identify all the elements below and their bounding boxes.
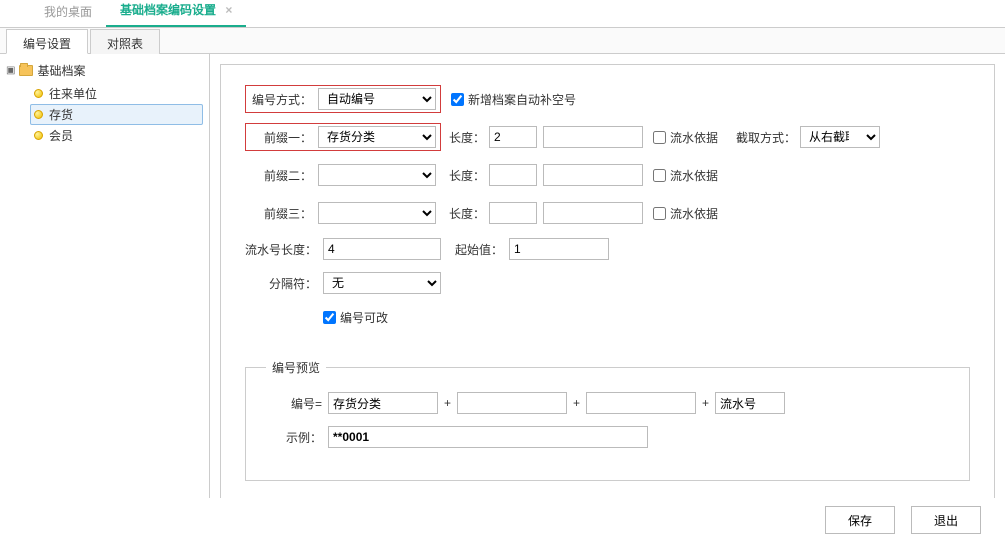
subtab-mapping[interactable]: 对照表	[90, 29, 160, 54]
length3-input[interactable]	[489, 202, 537, 224]
serial-len-input[interactable]	[323, 238, 441, 260]
editable-label: 编号可改	[340, 309, 388, 326]
prefix3-label: 前缀三：	[250, 205, 318, 222]
settings-panel: 编号方式： 自动编号 新增档案自动补空号 前缀一： 存货分类 长度：	[220, 64, 995, 498]
prefix1-select[interactable]: 存货分类	[318, 126, 436, 148]
tab-desktop-label: 我的桌面	[44, 5, 92, 19]
flow3-checkbox-wrap[interactable]: 流水依据	[653, 205, 718, 222]
prefix1-label: 前缀一：	[250, 129, 318, 146]
bullet-icon	[34, 110, 43, 119]
save-button[interactable]: 保存	[825, 506, 895, 534]
preview-seg3[interactable]	[586, 392, 696, 414]
tree-item-partner[interactable]: 往来单位	[30, 83, 203, 104]
highlight-numbering-mode: 编号方式： 自动编号	[245, 85, 441, 113]
prefix2-label: 前缀二：	[250, 167, 318, 184]
length1b-input[interactable]	[543, 126, 643, 148]
preview-legend: 编号预览	[266, 359, 326, 376]
subtab-mapping-label: 对照表	[107, 37, 143, 51]
plus-icon: +	[438, 396, 457, 410]
preview-seg1[interactable]	[328, 392, 438, 414]
collapse-icon[interactable]: ▣	[6, 65, 15, 76]
start-val-label: 起始值：	[455, 241, 503, 258]
length2-label: 长度：	[441, 167, 489, 184]
autofill-checkbox[interactable]	[451, 93, 464, 106]
tree-item-label: 会员	[49, 127, 73, 144]
separator-label: 分隔符：	[245, 275, 323, 292]
separator-select[interactable]: 无	[323, 272, 441, 294]
tree-item-label: 存货	[49, 106, 73, 123]
close-icon[interactable]: ×	[225, 3, 232, 17]
exit-button[interactable]: 退出	[911, 506, 981, 534]
serial-len-label: 流水号长度：	[245, 241, 323, 258]
subtab-numbering-label: 编号设置	[23, 37, 71, 51]
editable-checkbox-wrap[interactable]: 编号可改	[323, 309, 388, 326]
flow2-label: 流水依据	[670, 167, 718, 184]
preview-seg4[interactable]	[715, 392, 785, 414]
top-tab-bar: 我的桌面 基础档案编码设置 ×	[0, 0, 1005, 28]
length1-label: 长度：	[441, 129, 489, 146]
sub-tab-bar: 编号设置 对照表	[0, 28, 1005, 54]
prefix2-select[interactable]	[318, 164, 436, 186]
flow1-checkbox-wrap[interactable]: 流水依据	[653, 129, 718, 146]
autofill-checkbox-wrap[interactable]: 新增档案自动补空号	[451, 91, 576, 108]
flow3-label: 流水依据	[670, 205, 718, 222]
plus-icon: +	[567, 396, 586, 410]
length3b-input[interactable]	[543, 202, 643, 224]
footer-bar: 保存 退出	[0, 498, 1005, 542]
flow2-checkbox-wrap[interactable]: 流水依据	[653, 167, 718, 184]
tree-root[interactable]: ▣ 基础档案	[6, 62, 203, 79]
preview-eq-label: 编号=	[266, 395, 328, 412]
folder-icon	[19, 65, 33, 76]
length2-input[interactable]	[489, 164, 537, 186]
flow2-checkbox[interactable]	[653, 169, 666, 182]
tree-item-label: 往来单位	[49, 85, 97, 102]
flow1-checkbox[interactable]	[653, 131, 666, 144]
tab-desktop[interactable]: 我的桌面	[30, 0, 106, 27]
editable-checkbox[interactable]	[323, 311, 336, 324]
tab-encoding-label: 基础档案编码设置	[120, 3, 216, 17]
tree-item-member[interactable]: 会员	[30, 125, 203, 146]
flow1-label: 流水依据	[670, 129, 718, 146]
tab-encoding-settings[interactable]: 基础档案编码设置 ×	[106, 0, 246, 27]
plus-icon: +	[696, 396, 715, 410]
example-label: 示例：	[266, 429, 328, 446]
tree-root-label: 基础档案	[37, 62, 85, 79]
sidebar: ▣ 基础档案 往来单位 存货 会员	[0, 54, 210, 498]
flow3-checkbox[interactable]	[653, 207, 666, 220]
trunc-mode-select[interactable]: 从右截取	[800, 126, 880, 148]
tree-item-inventory[interactable]: 存货	[30, 104, 203, 125]
length1-input[interactable]	[489, 126, 537, 148]
prefix3-select[interactable]	[318, 202, 436, 224]
highlight-prefix1: 前缀一： 存货分类	[245, 123, 441, 151]
numbering-mode-label: 编号方式：	[250, 91, 318, 108]
start-val-input[interactable]	[509, 238, 609, 260]
numbering-mode-select[interactable]: 自动编号	[318, 88, 436, 110]
preview-seg2[interactable]	[457, 392, 567, 414]
bullet-icon	[34, 89, 43, 98]
trunc-mode-label: 截取方式：	[736, 129, 796, 146]
example-output	[328, 426, 648, 448]
subtab-numbering[interactable]: 编号设置	[6, 29, 88, 54]
bullet-icon	[34, 131, 43, 140]
autofill-label: 新增档案自动补空号	[468, 91, 576, 108]
length3-label: 长度：	[441, 205, 489, 222]
preview-fieldset: 编号预览 编号= + + + 示例：	[245, 359, 970, 481]
length2b-input[interactable]	[543, 164, 643, 186]
